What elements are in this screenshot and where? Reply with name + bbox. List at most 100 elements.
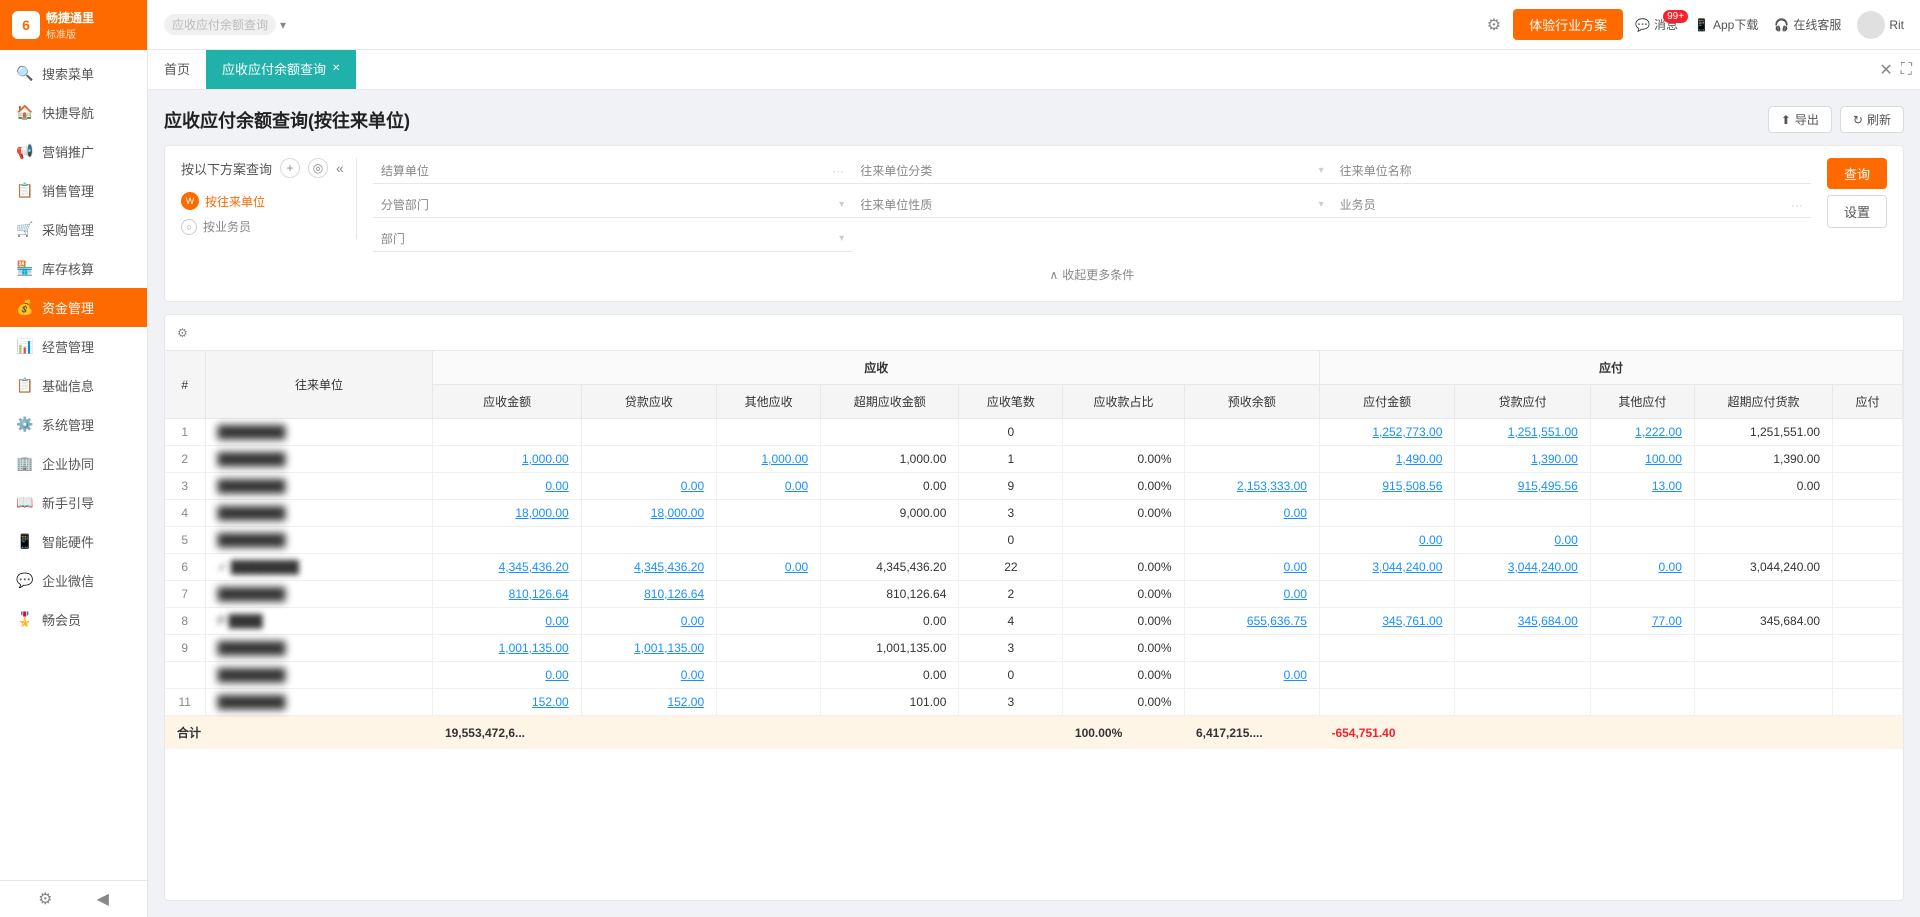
sidebar-collapse-button[interactable]: ◀ [97,889,109,909]
filter-scheme-bystaff[interactable]: ○ 按业务员 [181,214,344,239]
sidebar-item-guide[interactable]: 📖新手引导 [0,483,147,522]
cell-ap-loan[interactable]: 345,684.00 [1518,614,1578,628]
cell-ar-prepaid[interactable]: 0.00 [1284,506,1307,520]
cell-ap-other[interactable]: 13.00 [1652,479,1682,493]
cell-ap-amount[interactable]: 0.00 [1419,533,1442,547]
cell-ar-other[interactable]: 0.00 [785,560,808,574]
cell-ar-amount[interactable]: 4,345,436.20 [499,560,569,574]
cell-ar-amount[interactable]: 152.00 [532,695,569,709]
tab-close-icon[interactable]: ✕ [332,63,340,74]
table-settings-icon[interactable]: ⚙ [177,326,188,340]
sidebar-item-sales[interactable]: 📋销售管理 [0,171,147,210]
cell-ar-loan[interactable]: 0.00 [681,668,704,682]
sidebar-item-marketing[interactable]: 📢营销推广 [0,132,147,171]
filter-label-settlement: 结算单位 [381,162,441,179]
cell-ar-ratio: 0.00% [1063,500,1184,527]
cell-ar-amount[interactable]: 18,000.00 [515,506,568,520]
cell-ap-loan[interactable]: 0.00 [1555,533,1578,547]
cell-ar-amount[interactable]: 1,001,135.00 [499,641,569,655]
user-menu[interactable]: Rit [1857,11,1904,39]
sidebar-settings-button[interactable]: ⚙ [38,889,52,909]
sidebar-item-wechat[interactable]: 💬企业微信 [0,561,147,600]
cell-ap-amount[interactable]: 1,490.00 [1396,452,1443,466]
sidebar-item-inventory[interactable]: 🏪库存核算 [0,249,147,288]
notification-button[interactable]: 💬 消息 99+ [1635,16,1678,33]
cell-ar-prepaid[interactable]: 0.00 [1284,587,1307,601]
filter-add-button[interactable]: + [280,158,300,178]
cell-ar-other[interactable]: 0.00 [785,479,808,493]
cell-ar-amount[interactable]: 0.00 [545,614,568,628]
cell-ap-other[interactable]: 77.00 [1652,614,1682,628]
cell-ar-prepaid[interactable]: 655,636.75 [1247,614,1307,628]
settings-button[interactable]: 设置 [1827,195,1887,228]
tab-expand-icon[interactable]: ⛶ [1901,61,1912,79]
cell-ar-prepaid[interactable]: 0.00 [1284,668,1307,682]
cell-ar-amount[interactable]: 0.00 [545,668,568,682]
cell-ar-prepaid[interactable]: 0.00 [1284,560,1307,574]
filter-collapse-btn[interactable]: « [336,160,344,176]
table-row: 9 ████████ 1,001,135.00 1,001,135.00 1,0… [165,635,1903,662]
cell-ap-overdue [1694,689,1832,716]
cell-ap-loan[interactable]: 915,495.56 [1518,479,1578,493]
cell-ar-amount[interactable]: 0.00 [545,479,568,493]
industry-btn[interactable]: 体验行业方案 [1513,9,1623,40]
cell-ar-loan[interactable]: 1,001,135.00 [634,641,704,655]
sidebar-item-search[interactable]: 🔍搜索菜单 [0,54,147,93]
export-button[interactable]: ⬆ 导出 [1768,106,1832,133]
cell-ap-amount[interactable]: 915,508.56 [1382,479,1442,493]
query-button[interactable]: 查询 [1827,158,1887,189]
breadcrumb-dropdown[interactable]: ▾ [280,18,286,32]
sidebar-item-finance[interactable]: 💰资金管理 [0,288,147,327]
cell-ap-amount[interactable]: 1,252,773.00 [1372,425,1442,439]
cell-ap-loan[interactable]: 3,044,240.00 [1508,560,1578,574]
filter-dropdown-dept[interactable]: ▾ [839,199,844,210]
cell-ap-other[interactable]: 100.00 [1645,452,1682,466]
cell-ap-loan[interactable]: 1,390.00 [1531,452,1578,466]
sidebar-item-hardware[interactable]: 📱智能硬件 [0,522,147,561]
cell-ar-loan[interactable]: 0.00 [681,614,704,628]
cell-ap-extra [1833,608,1903,635]
cell-ap-loan[interactable]: 1,251,551.00 [1508,425,1578,439]
filter-target-button[interactable]: ◎ [308,158,328,178]
filter-dropdown-section[interactable]: ▾ [839,233,844,244]
cell-ar-loan[interactable]: 810,126.64 [644,587,704,601]
cell-ap-amount[interactable]: 3,044,240.00 [1372,560,1442,574]
cell-ar-overdue: 9,000.00 [821,500,959,527]
sidebar-item-label: 智能硬件 [42,532,94,551]
sidebar-item-system[interactable]: ⚙️系统管理 [0,405,147,444]
sidebar-item-quicknav[interactable]: 🏠快捷导航 [0,93,147,132]
cell-ar-amount[interactable]: 810,126.64 [509,587,569,601]
filter-dropdown-unitnature[interactable]: ▾ [1319,199,1324,210]
cell-ar-loan[interactable]: 152.00 [667,695,704,709]
cell-ap-other[interactable]: 0.00 [1659,560,1682,574]
filter-collapse-row[interactable]: ∧ 收起更多条件 [373,260,1811,289]
service-button[interactable]: 🎧 在线客服 [1774,16,1841,33]
filter-dots-settlement[interactable]: ··· [832,164,844,178]
cell-ap-amount[interactable]: 345,761.00 [1382,614,1442,628]
footer-ap-extra [1833,716,1903,750]
filter-dropdown-unittype[interactable]: ▾ [1319,165,1324,176]
refresh-button[interactable]: ↻ 刷新 [1840,106,1904,133]
topbar-settings-icon[interactable]: ⚙ [1487,15,1501,35]
cell-ar-loan[interactable]: 4,345,436.20 [634,560,704,574]
cell-ar-amount[interactable]: 1,000.00 [522,452,569,466]
cell-ar-other[interactable]: 1,000.00 [761,452,808,466]
sidebar-item-corp[interactable]: 🏢企业协同 [0,444,147,483]
tab-home[interactable]: 首页 [148,50,206,89]
download-button[interactable]: 📱 App下载 [1694,16,1758,33]
cell-ar-loan[interactable]: 18,000.00 [651,506,704,520]
tab-arbalance[interactable]: 应收应付余额查询 ✕ [206,50,356,89]
sidebar-item-member[interactable]: 🎖️畅会员 [0,600,147,639]
sidebar-item-basic[interactable]: 📋基础信息 [0,366,147,405]
cell-ap-extra [1833,473,1903,500]
cell-ap-other[interactable]: 1,222.00 [1635,425,1682,439]
filter-dots-salesperson[interactable]: ··· [1791,198,1803,212]
cell-ar-prepaid[interactable]: 2,153,333.00 [1237,479,1307,493]
tab-close-all-icon[interactable]: ✕ [1879,60,1892,80]
sidebar-item-operations[interactable]: 📊经营管理 [0,327,147,366]
filter-header: 按以下方案查询 + ◎ « [181,158,344,178]
table-scroll[interactable]: # 往来单位 应收 应付 应收金额 贷款应收 其他应收 超期应收金额 应收笔数 … [165,351,1903,900]
filter-scheme-byunit[interactable]: W 按往来单位 [181,188,344,214]
sidebar-item-purchase[interactable]: 🛒采购管理 [0,210,147,249]
cell-ar-loan[interactable]: 0.00 [681,479,704,493]
